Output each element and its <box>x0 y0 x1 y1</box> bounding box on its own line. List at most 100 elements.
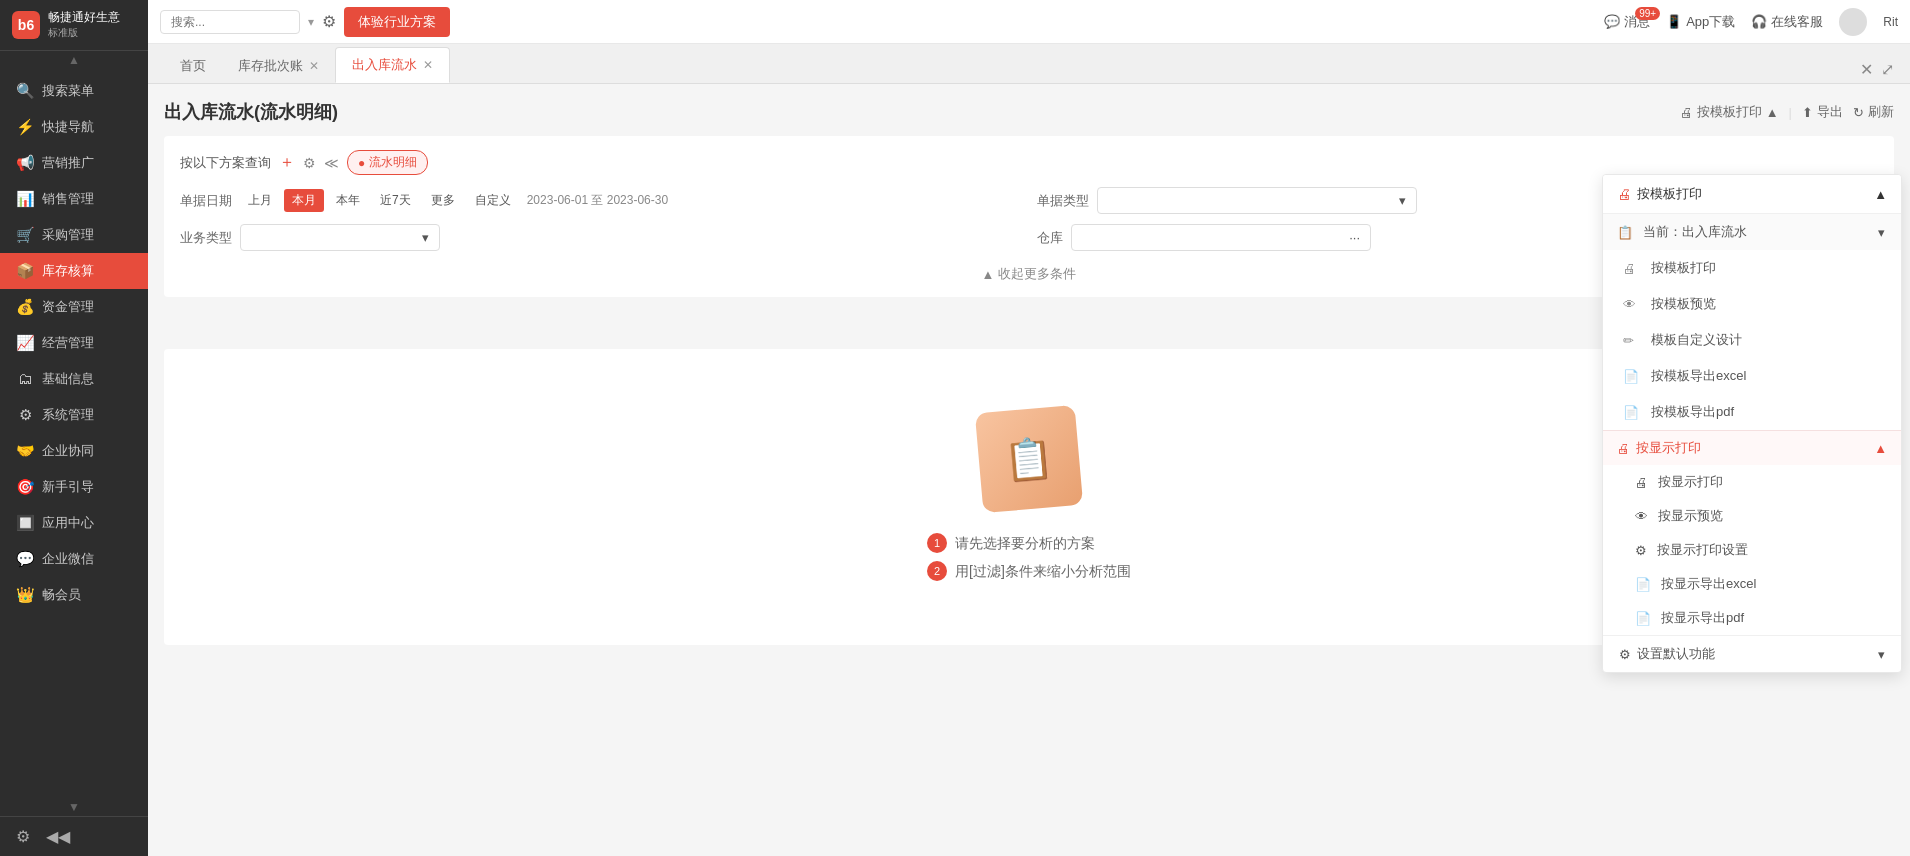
sidebar-item-label: 企业协同 <box>42 442 94 460</box>
settings-bottom-icon[interactable]: ⚙ <box>16 827 30 846</box>
dropdown-display-print[interactable]: 🖨 按显示打印 <box>1603 465 1901 499</box>
sidebar-item-quicknav[interactable]: ⚡ 快捷导航 <box>0 109 148 145</box>
refresh-button[interactable]: ↻ 刷新 <box>1853 103 1894 121</box>
print-header-icon: 🖨 <box>1617 186 1631 202</box>
sidebar-item-base-info[interactable]: 🗂 基础信息 <box>0 361 148 397</box>
topbar: ▾ ⚙ 体验行业方案 💬 消息 99+ 📱 App下载 🎧 在线客服 Rit <box>148 0 1910 44</box>
date-btn-7days[interactable]: 近7天 <box>372 189 419 212</box>
collapse-more-btn[interactable]: ▲ 收起更多条件 <box>982 265 1077 283</box>
app-logo: b6 畅捷通好生意 标准版 <box>0 0 148 51</box>
sidebar-item-guide[interactable]: 🎯 新手引导 <box>0 469 148 505</box>
biztype-filter-label: 业务类型 <box>180 229 232 247</box>
sidebar-item-purchase[interactable]: 🛒 采购管理 <box>0 217 148 253</box>
dropdown-item-label: 按模板导出pdf <box>1651 403 1734 421</box>
dropdown-template-design[interactable]: ✏ 模板自定义设计 <box>1603 322 1901 358</box>
display-print-icon: 🖨 <box>1635 475 1648 490</box>
doctype-select-chevron: ▾ <box>1399 193 1406 208</box>
footer-settings-icon: ⚙ <box>1619 647 1631 662</box>
filter-setting-button[interactable]: ⚙ <box>303 155 316 171</box>
template-print-button[interactable]: 🖨 按模板打印 ▲ <box>1680 103 1779 121</box>
dropdown-footer[interactable]: ⚙ 设置默认功能 ▾ <box>1603 635 1901 672</box>
tab-home[interactable]: 首页 <box>164 49 222 83</box>
date-btn-lastmonth[interactable]: 上月 <box>240 189 280 212</box>
filter-collapse-button[interactable]: ≪ <box>324 155 339 171</box>
app-download-btn[interactable]: 📱 App下载 <box>1666 13 1735 31</box>
dropdown-template-excel[interactable]: 📄 按模板导出excel <box>1603 358 1901 394</box>
search-input[interactable] <box>160 10 300 34</box>
sidebar-item-finance[interactable]: 💰 资金管理 <box>0 289 148 325</box>
sidebar-item-system[interactable]: ⚙ 系统管理 <box>0 397 148 433</box>
sidebar-item-collab[interactable]: 🤝 企业协同 <box>0 433 148 469</box>
message-btn[interactable]: 💬 消息 99+ <box>1604 13 1650 31</box>
industry-solution-button[interactable]: 体验行业方案 <box>344 7 450 37</box>
filter-tag-icon: ● <box>358 156 365 170</box>
sidebar-item-appcenter[interactable]: 🔲 应用中心 <box>0 505 148 541</box>
date-btn-custom[interactable]: 自定义 <box>467 189 519 212</box>
online-service-btn[interactable]: 🎧 在线客服 <box>1751 13 1823 31</box>
sidebar-item-member[interactable]: 👑 畅会员 <box>0 577 148 613</box>
divider: | <box>1789 105 1792 120</box>
topbar-gear-icon[interactable]: ⚙ <box>322 12 336 31</box>
sidebar-item-operations[interactable]: 📈 经营管理 <box>0 325 148 361</box>
tab-batch-account[interactable]: 库存批次账 ✕ <box>222 49 335 83</box>
tab-stock-flow-close[interactable]: ✕ <box>423 58 433 72</box>
filter-tag-label: 流水明细 <box>369 154 417 171</box>
sidebar: b6 畅捷通好生意 标准版 ▲ 🔍 搜索菜单 ⚡ 快捷导航 📢 营销推广 📊 销… <box>0 0 148 856</box>
sidebar-item-label: 快捷导航 <box>42 118 94 136</box>
date-btn-more[interactable]: 更多 <box>423 189 463 212</box>
active-filter-tag[interactable]: ● 流水明细 <box>347 150 428 175</box>
doctype-filter-label: 单据类型 <box>1037 192 1089 210</box>
sidebar-item-label: 畅会员 <box>42 586 81 604</box>
export-button[interactable]: ⬆ 导出 <box>1802 103 1843 121</box>
search-chevron-icon[interactable]: ▾ <box>308 15 314 29</box>
sidebar-item-inventory[interactable]: 📦 库存核算 <box>0 253 148 289</box>
dropdown-display-pdf[interactable]: 📄 按显示导出pdf <box>1603 601 1901 635</box>
wechat-icon: 💬 <box>16 550 34 568</box>
sidebar-item-search[interactable]: 🔍 搜索菜单 <box>0 73 148 109</box>
empty-step-2: 2 用[过滤]条件来缩小分析范围 <box>927 557 1131 585</box>
biztype-select[interactable]: ▾ <box>240 224 440 251</box>
dropdown-display-section-header[interactable]: 🖨 按显示打印 ▲ <box>1603 430 1901 465</box>
dropdown-display-preview[interactable]: 👁 按显示预览 <box>1603 499 1901 533</box>
window-maximize-icon[interactable]: ⤢ <box>1881 60 1894 79</box>
dropdown-template-pdf[interactable]: 📄 按模板导出pdf <box>1603 394 1901 430</box>
date-btn-thismonth[interactable]: 本月 <box>284 189 324 212</box>
sidebar-item-marketing[interactable]: 📢 营销推广 <box>0 145 148 181</box>
collapse-sidebar-icon[interactable]: ◀◀ <box>46 827 70 846</box>
sidebar-item-label: 企业微信 <box>42 550 94 568</box>
base-info-icon: 🗂 <box>16 370 34 387</box>
sidebar-item-label: 经营管理 <box>42 334 94 352</box>
user-avatar[interactable] <box>1839 8 1867 36</box>
message-count: 99+ <box>1635 7 1660 20</box>
step-1-num: 1 <box>927 533 947 553</box>
warehouse-select[interactable]: ··· <box>1071 224 1371 251</box>
dropdown-sub-label: 按显示打印设置 <box>1657 541 1748 559</box>
appcenter-icon: 🔲 <box>16 514 34 532</box>
tab-stock-flow-label: 出入库流水 <box>352 56 417 74</box>
tab-stock-flow[interactable]: 出入库流水 ✕ <box>335 47 450 83</box>
template-print-icon: 🖨 <box>1623 261 1641 276</box>
sidebar-item-wechat[interactable]: 💬 企业微信 <box>0 541 148 577</box>
tab-batch-account-close[interactable]: ✕ <box>309 59 319 73</box>
sidebar-item-label: 采购管理 <box>42 226 94 244</box>
dropdown-display-print-settings[interactable]: ⚙ 按显示打印设置 <box>1603 533 1901 567</box>
date-btn-thisyear[interactable]: 本年 <box>328 189 368 212</box>
filter-add-button[interactable]: ＋ <box>279 152 295 173</box>
page-header: 出入库流水(流水明细) 🖨 按模板打印 ▲ | ⬆ 导出 ↻ 刷新 <box>164 100 1894 124</box>
sidebar-item-label: 基础信息 <box>42 370 94 388</box>
sidebar-item-sales[interactable]: 📊 销售管理 <box>0 181 148 217</box>
dropdown-display-excel[interactable]: 📄 按显示导出excel <box>1603 567 1901 601</box>
finance-icon: 💰 <box>16 298 34 316</box>
dropdown-template-print[interactable]: 🖨 按模板打印 <box>1603 250 1901 286</box>
tab-batch-account-label: 库存批次账 <box>238 57 303 75</box>
guide-icon: 🎯 <box>16 478 34 496</box>
doctype-select[interactable]: ▾ <box>1097 187 1417 214</box>
step-2-num: 2 <box>927 561 947 581</box>
dropdown-item-label: 按模板导出excel <box>1651 367 1746 385</box>
display-section-chevron: ▲ <box>1874 441 1887 456</box>
window-minimize-icon[interactable]: ✕ <box>1860 60 1873 79</box>
dropdown-sub-label: 按显示预览 <box>1658 507 1723 525</box>
display-excel-icon: 📄 <box>1635 577 1651 592</box>
dropdown-current-label: 当前：出入库流水 <box>1643 223 1747 241</box>
dropdown-template-preview[interactable]: 👁 按模板预览 <box>1603 286 1901 322</box>
